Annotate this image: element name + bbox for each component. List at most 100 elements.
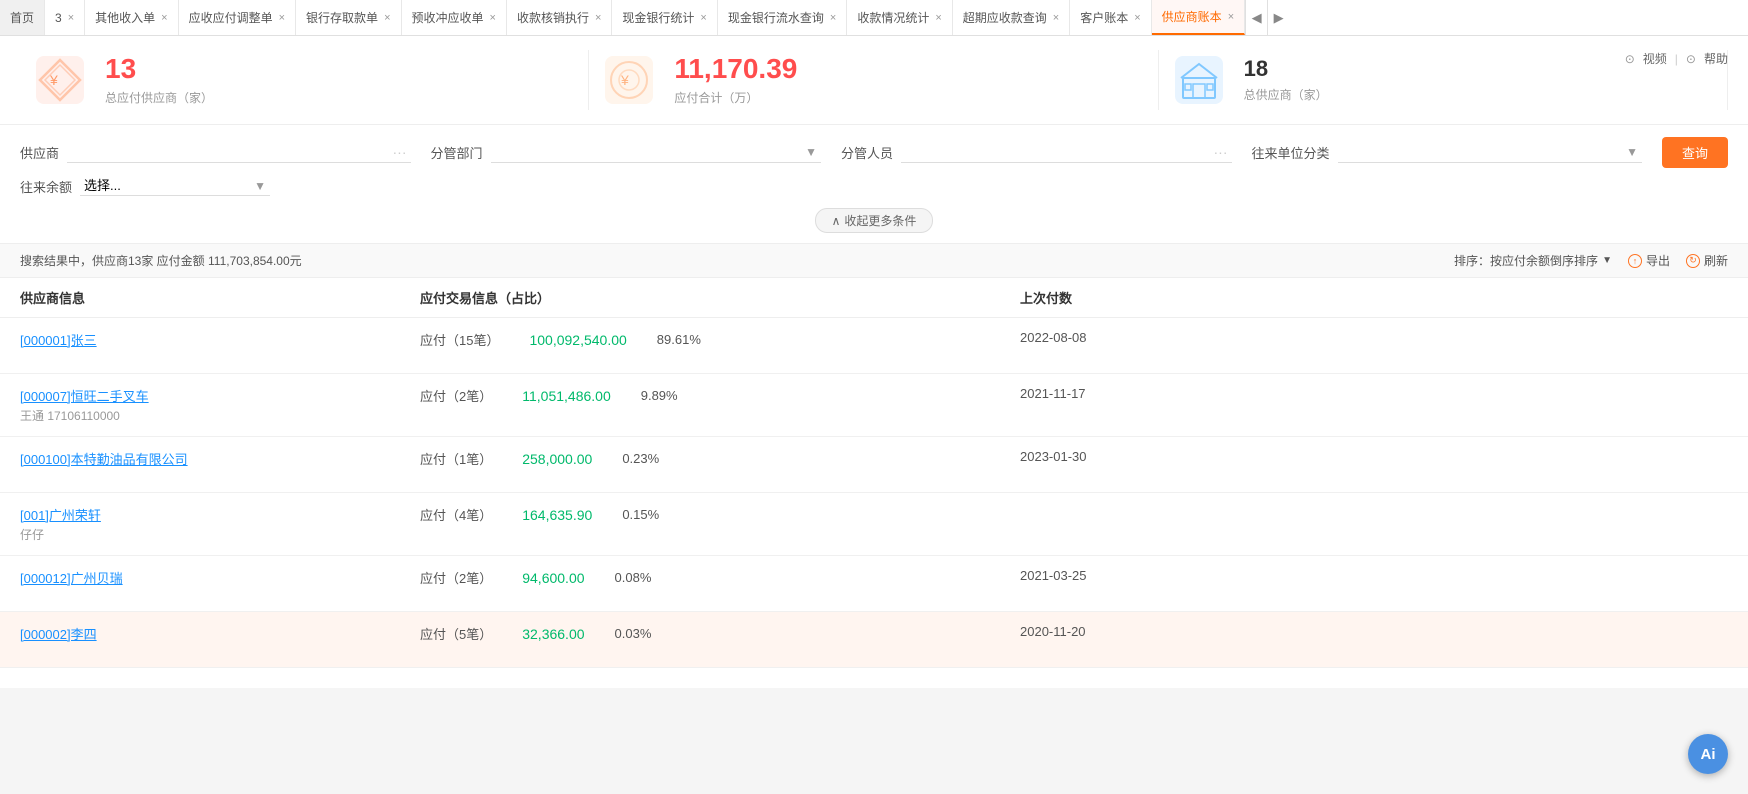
supplier-cell-1: [000007]恒旺二手叉车 王通 17106110000 <box>20 386 420 424</box>
supplier-link-1[interactable]: [000007]恒旺二手叉车 <box>20 386 420 405</box>
supplier-sub-3: 仔仔 <box>20 526 420 543</box>
refresh-button[interactable]: ↻ 刷新 <box>1686 252 1728 269</box>
tx-wrap-0: 应付（15笔） 100,092,540.00 89.61% <box>420 330 1020 349</box>
table-row: [000100]本特勤油品有限公司 应付（1笔） 258,000.00 0.23… <box>0 437 1748 493</box>
balance-select[interactable]: 选择... <box>84 178 254 193</box>
nav-tab-cash-stats-close[interactable]: × <box>700 12 706 24</box>
tx-label-0: 应付（15笔） <box>420 330 499 349</box>
supplier-dots-icon[interactable]: ··· <box>393 144 407 160</box>
nav-tab-home[interactable]: 首页 <box>0 0 45 35</box>
supplier-cell-0: [000001]张三 <box>20 330 420 349</box>
tx-amount-1[interactable]: 11,051,486.00 <box>522 388 611 404</box>
category-select[interactable] <box>1342 145 1627 160</box>
svg-text:¥: ¥ <box>49 72 58 88</box>
export-icon: ↑ <box>1628 254 1642 268</box>
table-row: [000012]广州贝瑞 应付（2笔） 94,600.00 0.08% 2021… <box>0 556 1748 612</box>
transaction-cell-2: 应付（1笔） 258,000.00 0.23% <box>420 449 1020 468</box>
nav-tab-customer-ledger-close[interactable]: × <box>1134 12 1140 24</box>
lastpay-date-0: 2022-08-08 <box>1020 330 1087 345</box>
tx-percent-1: 9.89% <box>641 388 678 403</box>
nav-tab-other-income[interactable]: 其他收入单 × <box>85 0 178 35</box>
tx-amount-4[interactable]: 94,600.00 <box>522 570 584 586</box>
sort-select[interactable]: 排序：按应付余额倒序排序 ▼ <box>1454 252 1612 269</box>
supplier-link-0[interactable]: [000001]张三 <box>20 330 420 349</box>
nav-tab-3[interactable]: 3 × <box>45 0 85 35</box>
nav-tab-other-income-label: 其他收入单 <box>95 9 155 26</box>
summary-card-payable-total: ¥ 11,170.39 应付合计（万） <box>589 50 1158 110</box>
nav-tab-cash-flow-close[interactable]: × <box>830 12 836 24</box>
nav-tab-collection[interactable]: 收款核销执行 × <box>507 0 612 35</box>
supplier-input[interactable] <box>71 145 392 160</box>
nav-tab-other-income-close[interactable]: × <box>161 12 167 24</box>
nav-tab-3-close[interactable]: × <box>68 12 74 24</box>
nav-tab-ar-ap-adjust[interactable]: 应收应付调整单 × <box>179 0 296 35</box>
svg-text:¥: ¥ <box>620 72 629 88</box>
dept-select-wrap: ▼ <box>491 143 821 163</box>
tx-amount-3[interactable]: 164,635.90 <box>522 507 592 523</box>
nav-tab-bank-deposit-close[interactable]: × <box>384 12 390 24</box>
ai-badge-button[interactable]: Ai <box>1688 734 1728 774</box>
nav-tab-overdue-close[interactable]: × <box>1053 12 1059 24</box>
dept-select[interactable] <box>495 145 806 160</box>
nav-tab-prepay[interactable]: 预收冲应收单 × <box>402 0 507 35</box>
refresh-icon: ↻ <box>1686 254 1700 268</box>
help-icon: ⊙ <box>1686 52 1696 66</box>
nav-tab-supplier-ledger-label: 供应商账本 <box>1162 8 1222 25</box>
tx-percent-2: 0.23% <box>622 451 659 466</box>
top-navigation: 首页 3 × 其他收入单 × 应收应付调整单 × 银行存取款单 × 预收冲应收单… <box>0 0 1748 36</box>
table-row: [000002]李四 应付（5笔） 32,366.00 0.03% 2020-1… <box>0 612 1748 668</box>
nav-tab-customer-ledger[interactable]: 客户账本 × <box>1070 0 1151 35</box>
nav-tab-overdue[interactable]: 超期应收款查询 × <box>953 0 1070 35</box>
person-dots-icon[interactable]: ··· <box>1214 144 1228 160</box>
payable-suppliers-count: 13 <box>105 54 213 85</box>
person-input[interactable] <box>905 145 1213 160</box>
nav-tab-home-label: 首页 <box>10 9 34 26</box>
supplier-link-2[interactable]: [000100]本特勤油品有限公司 <box>20 449 420 468</box>
summary-info-payable-suppliers: 13 总应付供应商（家） <box>105 54 213 106</box>
nav-tab-ar-ap-adjust-close[interactable]: × <box>279 12 285 24</box>
lastpay-date-4: 2021-03-25 <box>1020 568 1087 583</box>
query-button[interactable]: 查询 <box>1662 137 1728 168</box>
nav-tab-supplier-ledger-close[interactable]: × <box>1228 11 1234 23</box>
total-suppliers-count: 18 <box>1244 57 1328 81</box>
nav-tab-prepay-label: 预收冲应收单 <box>412 9 484 26</box>
dept-chevron-icon: ▼ <box>805 145 817 159</box>
tx-wrap-3: 应付（4笔） 164,635.90 0.15% <box>420 505 1020 524</box>
category-select-wrap: ▼ <box>1338 143 1642 163</box>
tx-amount-2[interactable]: 258,000.00 <box>522 451 592 467</box>
summary-card-payable-suppliers: ¥ 13 总应付供应商（家） <box>20 50 589 110</box>
nav-tab-collection-close[interactable]: × <box>595 12 601 24</box>
nav-tab-receipt-stats[interactable]: 收款情况统计 × <box>847 0 952 35</box>
nav-tab-bank-deposit[interactable]: 银行存取款单 × <box>296 0 401 35</box>
tx-percent-5: 0.03% <box>615 626 652 641</box>
nav-tab-prepay-close[interactable]: × <box>490 12 496 24</box>
lastpay-date-2: 2023-01-30 <box>1020 449 1087 464</box>
nav-tab-supplier-ledger[interactable]: 供应商账本 × <box>1152 0 1245 35</box>
supplier-link-4[interactable]: [000012]广州贝瑞 <box>20 568 420 587</box>
nav-tab-overdue-label: 超期应收款查询 <box>963 9 1047 26</box>
nav-tab-cash-flow[interactable]: 现金银行流水查询 × <box>718 0 847 35</box>
lastpay-cell-2: 2023-01-30 <box>1020 449 1728 464</box>
help-link[interactable]: 帮助 <box>1704 50 1728 67</box>
nav-tab-cash-stats[interactable]: 现金银行统计 × <box>612 0 717 35</box>
collapse-button[interactable]: ∧ 收起更多条件 <box>815 208 934 233</box>
export-button[interactable]: ↑ 导出 <box>1628 252 1670 269</box>
supplier-input-wrap: ··· <box>67 142 410 163</box>
result-bar-right: 排序：按应付余额倒序排序 ▼ ↑ 导出 ↻ 刷新 <box>1454 252 1728 269</box>
collapse-up-icon: ∧ <box>832 214 841 228</box>
supplier-link-3[interactable]: [001]广州荣轩 <box>20 505 420 524</box>
total-suppliers-label: 总供应商（家） <box>1244 86 1328 103</box>
supplier-cell-2: [000100]本特勤油品有限公司 <box>20 449 420 468</box>
supplier-link-5[interactable]: [000002]李四 <box>20 624 420 643</box>
filter-area: 供应商 ··· 分管部门 ▼ 分管人员 ··· <box>0 125 1748 244</box>
tx-amount-0[interactable]: 100,092,540.00 <box>529 332 626 348</box>
video-link[interactable]: 视频 <box>1643 50 1667 67</box>
nav-prev-button[interactable]: ◀ <box>1245 0 1267 35</box>
filter-person: 分管人员 ··· <box>841 142 1232 163</box>
table-row: [000001]张三 应付（15笔） 100,092,540.00 89.61%… <box>0 318 1748 374</box>
nav-tab-receipt-stats-close[interactable]: × <box>935 12 941 24</box>
filter-balance: 往来余额 选择... ▼ <box>20 176 270 196</box>
nav-next-button[interactable]: ▶ <box>1267 0 1289 35</box>
table-row: [001]广州荣轩 仔仔 应付（4笔） 164,635.90 0.15% <box>0 493 1748 556</box>
tx-amount-5[interactable]: 32,366.00 <box>522 626 584 642</box>
